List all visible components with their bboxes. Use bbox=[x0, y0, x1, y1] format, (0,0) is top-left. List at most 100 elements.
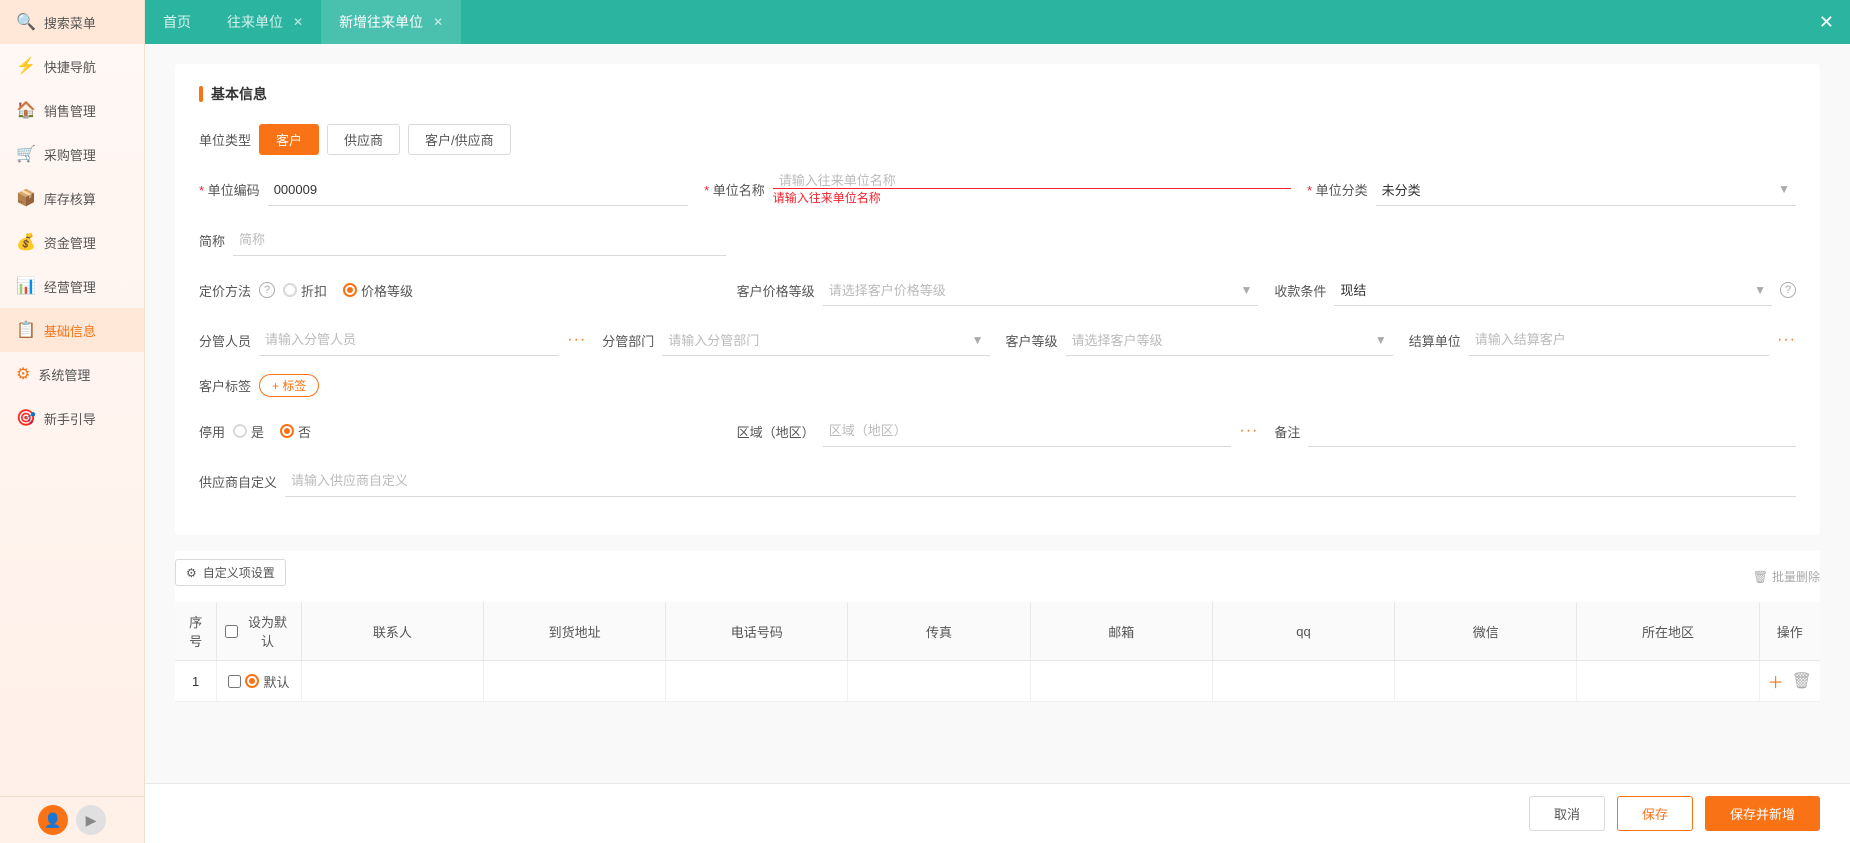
unit-type-buttons: 客户 供应商 客户/供应商 bbox=[259, 124, 511, 155]
customer-price-level-chevron: ▼ bbox=[1240, 283, 1252, 297]
settlement-input[interactable] bbox=[1469, 324, 1769, 356]
tab-partners-close[interactable]: ✕ bbox=[293, 15, 303, 29]
type-btn-customer[interactable]: 客户 bbox=[259, 124, 319, 155]
manager-group: 分管人员 ··· bbox=[199, 324, 586, 356]
customer-level-label: 客户等级 bbox=[1006, 331, 1058, 350]
row-default-radio[interactable]: 默认 bbox=[245, 672, 289, 691]
supplier-custom-row: 供应商自定义 bbox=[199, 465, 1796, 497]
unit-code-input[interactable] bbox=[268, 174, 688, 206]
contact-table: 序号 设为默认 联系人 到货地址 电话号码 传真 邮箱 qq bbox=[175, 602, 1820, 702]
pricing-radio-discount[interactable]: 折扣 bbox=[283, 281, 327, 300]
disabled-radio-yes[interactable]: 是 bbox=[233, 422, 264, 441]
sidebar-item-finance[interactable]: 💰 资金管理 bbox=[0, 220, 144, 264]
batch-delete-icon: 🗑 bbox=[1753, 570, 1768, 584]
sidebar-item-operation[interactable]: 📊 经营管理 bbox=[0, 264, 144, 308]
payment-terms-help-icon[interactable]: ? bbox=[1780, 282, 1796, 298]
tab-bar: 首页 往来单位 ✕ 新增往来单位 ✕ ✕ bbox=[145, 0, 1850, 44]
tab-new-partner[interactable]: 新增往来单位 ✕ bbox=[321, 0, 461, 44]
content-area: 基本信息 单位类型 客户 供应商 客户/供应商 单位编码 bbox=[145, 44, 1850, 783]
sidebar-item-basic[interactable]: 📋 基础信息 bbox=[0, 308, 144, 352]
unit-type-group: 单位类型 客户 供应商 客户/供应商 bbox=[199, 124, 511, 155]
region-more-btn[interactable]: ··· bbox=[1239, 422, 1258, 440]
window-close-btn[interactable]: ✕ bbox=[1803, 12, 1850, 33]
remark-input[interactable] bbox=[1308, 415, 1796, 447]
department-select[interactable]: 请输入分管部门 ▼ bbox=[662, 324, 989, 356]
tab-new-partner-close[interactable]: ✕ bbox=[433, 15, 443, 29]
settlement-more-btn[interactable]: ··· bbox=[1777, 331, 1796, 349]
region-input[interactable] bbox=[823, 415, 1232, 447]
pricing-radio-level-circle bbox=[343, 283, 357, 297]
unit-category-select[interactable]: 未分类 ▼ bbox=[1376, 174, 1796, 206]
select-all-checkbox[interactable] bbox=[225, 625, 238, 638]
unit-name-input[interactable] bbox=[773, 173, 1291, 189]
sidebar-item-quicknav[interactable]: ⚡ 快捷导航 bbox=[0, 44, 144, 88]
row-wechat bbox=[1395, 661, 1577, 702]
disabled-group: 停用 是 否 bbox=[199, 422, 721, 441]
col-phone: 电话号码 bbox=[666, 602, 848, 661]
sidebar-item-purchase[interactable]: 🛒 采购管理 bbox=[0, 132, 144, 176]
sidebar-item-inventory[interactable]: 📦 库存核算 bbox=[0, 176, 144, 220]
row-phone-input[interactable] bbox=[674, 674, 839, 689]
sidebar-item-system[interactable]: ⚙ 系统管理 bbox=[0, 352, 144, 396]
row-address-input[interactable] bbox=[492, 674, 657, 689]
row-wechat-input[interactable] bbox=[1403, 674, 1568, 689]
manager-input[interactable] bbox=[259, 324, 559, 356]
tab-partners[interactable]: 往来单位 ✕ bbox=[209, 0, 321, 44]
row-contact-input[interactable] bbox=[310, 674, 475, 689]
save-new-button[interactable]: 保存并新增 bbox=[1705, 796, 1820, 831]
section-icon-bar bbox=[199, 86, 203, 102]
unit-type-label: 单位类型 bbox=[199, 130, 251, 149]
col-contact: 联系人 bbox=[301, 602, 483, 661]
unit-code-group: 单位编码 bbox=[199, 174, 688, 206]
row-address bbox=[483, 661, 665, 702]
save-button[interactable]: 保存 bbox=[1617, 796, 1693, 831]
short-name-input[interactable] bbox=[233, 224, 726, 256]
manager-more-btn[interactable]: ··· bbox=[567, 331, 586, 349]
pricing-radio-level[interactable]: 价格等级 bbox=[343, 281, 413, 300]
customer-price-level-select[interactable]: 请选择客户价格等级 ▼ bbox=[823, 274, 1259, 306]
sidebar-item-search[interactable]: 🔍 搜索菜单 bbox=[0, 0, 144, 44]
unit-category-group: 单位分类 未分类 ▼ bbox=[1307, 174, 1796, 206]
row-region-input[interactable] bbox=[1585, 674, 1750, 689]
payment-terms-chevron: ▼ bbox=[1754, 283, 1766, 297]
row-ops-group: ＋ 🗑 bbox=[1768, 669, 1812, 693]
type-btn-supplier[interactable]: 供应商 bbox=[327, 124, 400, 155]
col-email: 邮箱 bbox=[1030, 602, 1212, 661]
batch-delete-btn[interactable]: 🗑 批量删除 bbox=[1753, 568, 1820, 585]
unit-type-row: 单位类型 客户 供应商 客户/供应商 bbox=[199, 124, 1796, 155]
basic-icon: 📋 bbox=[16, 320, 36, 340]
row-qq-input[interactable] bbox=[1221, 674, 1386, 689]
disabled-label: 停用 bbox=[199, 422, 225, 441]
disabled-radio-yes-circle bbox=[233, 424, 247, 438]
payment-terms-select[interactable]: 现结 ▼ bbox=[1334, 274, 1772, 306]
tab-home[interactable]: 首页 bbox=[145, 0, 209, 44]
row-checkbox[interactable] bbox=[228, 675, 241, 688]
tag-add-btn[interactable]: + 标签 bbox=[259, 374, 319, 397]
row-add-btn[interactable]: ＋ bbox=[1768, 669, 1784, 693]
tags-row: 客户标签 + 标签 bbox=[199, 374, 1796, 397]
pricing-row: 定价方法 ? 折扣 价格等级 客户价格等级 bbox=[199, 274, 1796, 306]
custom-settings-btn[interactable]: ⚙ 自定义项设置 bbox=[175, 559, 286, 586]
unit-category-chevron: ▼ bbox=[1778, 182, 1790, 196]
supplier-custom-input[interactable] bbox=[285, 465, 1796, 497]
sidebar-user-btn[interactable]: 👤 bbox=[38, 805, 68, 835]
row-delete-btn[interactable]: 🗑 bbox=[1792, 671, 1812, 691]
remark-group: 备注 bbox=[1274, 415, 1796, 447]
row-email-input[interactable] bbox=[1039, 674, 1204, 689]
row-fax-input[interactable] bbox=[856, 674, 1021, 689]
disabled-radio-no[interactable]: 否 bbox=[280, 422, 311, 441]
region-label: 区域（地区） bbox=[737, 422, 815, 441]
sidebar-item-sales[interactable]: 🏠 销售管理 bbox=[0, 88, 144, 132]
sidebar-item-guide[interactable]: 🎯 新手引导 bbox=[0, 396, 144, 440]
sidebar-expand-btn[interactable]: ▶ bbox=[76, 805, 106, 835]
customer-level-select[interactable]: 请选择客户等级 ▼ bbox=[1066, 324, 1393, 356]
pricing-help-icon[interactable]: ? bbox=[259, 282, 275, 298]
section-title: 基本信息 bbox=[199, 84, 1796, 104]
type-btn-both[interactable]: 客户/供应商 bbox=[408, 124, 511, 155]
supplier-custom-group: 供应商自定义 bbox=[199, 465, 1796, 497]
cancel-button[interactable]: 取消 bbox=[1529, 796, 1605, 831]
row-region bbox=[1577, 661, 1759, 702]
payment-terms-label: 收款条件 bbox=[1274, 281, 1326, 300]
row-ops: ＋ 🗑 bbox=[1759, 661, 1820, 702]
department-label: 分管部门 bbox=[602, 331, 654, 350]
